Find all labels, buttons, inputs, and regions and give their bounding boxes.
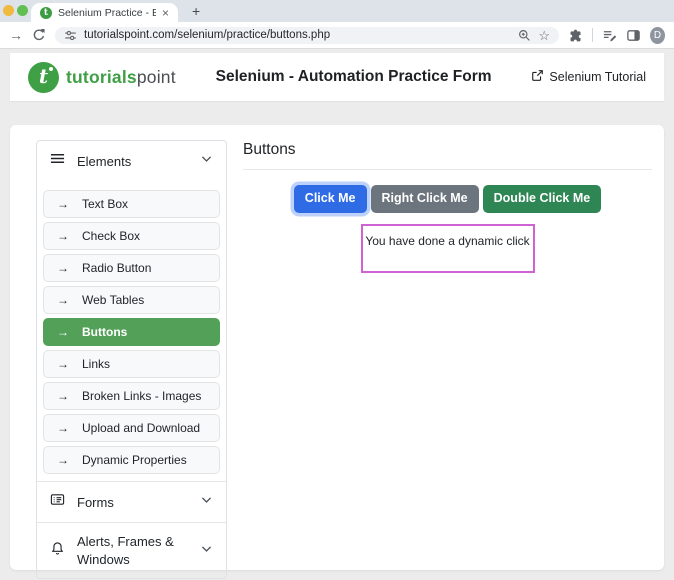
site-info-tune-icon[interactable] (64, 29, 77, 42)
external-link-icon (531, 69, 544, 85)
sidebar-item-links[interactable]: → Links (43, 350, 220, 378)
fullscreen-traffic-light[interactable] (17, 5, 28, 16)
browser-toolbar: → tutorialspoint.com/selenium/practice/b… (0, 22, 674, 49)
tutorialspoint-logo[interactable]: t tutorialspoint (28, 62, 176, 93)
sidebar-item-dynamic-properties[interactable]: → Dynamic Properties (43, 446, 220, 474)
notes-extension-icon[interactable] (602, 28, 617, 43)
tutorialspoint-logo-icon: t (28, 62, 59, 93)
sidebar-item-label: Check Box (82, 229, 140, 243)
arrow-right-icon: → (57, 389, 69, 403)
reload-icon[interactable] (32, 28, 46, 42)
sidebar-item-label: Broken Links - Images (82, 389, 201, 403)
arrow-right-icon: → (57, 293, 69, 307)
sidebar-item-buttons[interactable]: → Buttons (43, 318, 220, 346)
minimize-traffic-light[interactable] (3, 5, 14, 16)
page-title: Selenium - Automation Practice Form (176, 68, 532, 86)
arrow-right-icon: → (57, 197, 69, 211)
arrow-right-icon: → (57, 325, 69, 339)
sidebar-item-web-tables[interactable]: → Web Tables (43, 286, 220, 314)
selenium-tutorial-link[interactable]: Selenium Tutorial (531, 69, 646, 85)
arrow-right-icon: → (57, 357, 69, 371)
action-button-row: Click Me Right Click Me Double Click Me (243, 185, 652, 213)
heading-divider (243, 169, 652, 170)
toolbar-divider (592, 28, 593, 42)
dynamic-click-message: You have done a dynamic click (361, 224, 535, 273)
forward-icon[interactable]: → (9, 28, 23, 42)
right-click-me-button[interactable]: Right Click Me (371, 185, 479, 213)
sidebar: Elements → Text Box → Check Box → Radio … (36, 140, 227, 579)
sidebar-item-label: Text Box (82, 197, 128, 211)
sidebar-item-label: Links (82, 357, 110, 371)
content-card: Elements → Text Box → Check Box → Radio … (10, 125, 664, 570)
arrow-right-icon: → (57, 453, 69, 467)
zoom-in-icon[interactable] (518, 29, 531, 42)
browser-tab[interactable]: t Selenium Practice - Buttons × (31, 3, 178, 22)
main-content: Buttons Click Me Right Click Me Double C… (243, 140, 652, 570)
bell-icon (50, 541, 65, 561)
logo-wordmark: tutorialspoint (66, 67, 176, 88)
sidebar-item-radio-button[interactable]: → Radio Button (43, 254, 220, 282)
tutorialspoint-favicon: t (40, 7, 52, 19)
arrow-right-icon: → (57, 229, 69, 243)
hamburger-icon (50, 151, 65, 171)
new-tab-button[interactable]: + (192, 3, 200, 19)
double-click-me-button[interactable]: Double Click Me (483, 185, 602, 213)
chevron-down-icon (200, 493, 213, 511)
sidebar-item-upload-and-download[interactable]: → Upload and Download (43, 414, 220, 442)
bookmark-star-icon[interactable]: ☆ (538, 29, 550, 42)
tab-close-icon[interactable]: × (162, 7, 169, 19)
extensions-puzzle-icon[interactable] (568, 28, 583, 43)
sidebar-item-label: Dynamic Properties (82, 453, 187, 467)
url-bar[interactable]: tutorialspoint.com/selenium/practice/but… (55, 27, 559, 44)
accordion-forms-label: Forms (77, 495, 114, 510)
accordion-alerts[interactable]: Alerts, Frames & Windows (37, 522, 226, 578)
chevron-down-icon (200, 152, 213, 170)
tab-title: Selenium Practice - Buttons (58, 7, 156, 19)
url-text: tutorialspoint.com/selenium/practice/but… (84, 29, 511, 41)
arrow-right-icon: → (57, 421, 69, 435)
profile-avatar[interactable]: D (650, 27, 665, 44)
sidebar-item-label: Upload and Download (82, 421, 200, 435)
selenium-tutorial-label: Selenium Tutorial (549, 70, 646, 84)
sidebar-item-label: Web Tables (82, 293, 144, 307)
accordion-elements[interactable]: Elements (37, 141, 226, 181)
sidebar-items: → Text Box → Check Box → Radio Button → … (37, 181, 226, 481)
arrow-right-icon: → (57, 261, 69, 275)
browser-tab-strip: t Selenium Practice - Buttons × + (0, 0, 674, 22)
chevron-down-icon (200, 542, 213, 560)
sidebar-item-text-box[interactable]: → Text Box (43, 190, 220, 218)
side-panel-icon[interactable] (626, 28, 641, 43)
page-body: t tutorialspoint Selenium - Automation P… (0, 49, 674, 580)
section-heading: Buttons (243, 141, 652, 159)
site-header: t tutorialspoint Selenium - Automation P… (10, 53, 664, 101)
form-icon (50, 492, 65, 512)
accordion-forms[interactable]: Forms (37, 481, 226, 522)
accordion-alerts-label: Alerts, Frames & Windows (77, 533, 188, 568)
sidebar-item-check-box[interactable]: → Check Box (43, 222, 220, 250)
sidebar-item-broken-links-images[interactable]: → Broken Links - Images (43, 382, 220, 410)
click-me-button[interactable]: Click Me (294, 185, 367, 213)
sidebar-item-label: Buttons (82, 325, 127, 339)
sidebar-item-label: Radio Button (82, 261, 151, 275)
accordion-elements-label: Elements (77, 154, 131, 169)
